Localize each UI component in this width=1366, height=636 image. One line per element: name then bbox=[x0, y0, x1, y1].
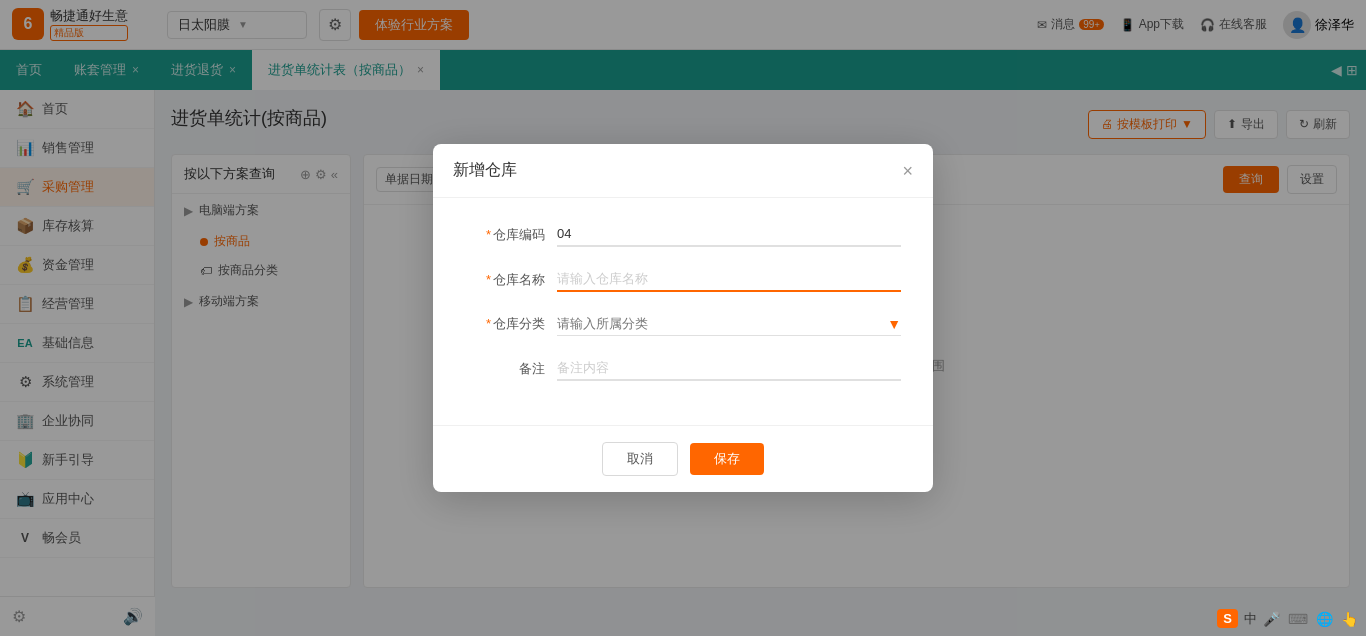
brand-zh: 中 bbox=[1244, 610, 1257, 628]
warehouse-category-select[interactable]: ▼ bbox=[557, 312, 901, 336]
brand-s-logo: S bbox=[1217, 609, 1238, 628]
modal-close-button[interactable]: × bbox=[902, 162, 913, 180]
modal-body: 仓库编码 仓库名称 仓库分类 ▼ 备注 bbox=[433, 198, 933, 425]
form-row-note: 备注 bbox=[465, 356, 901, 381]
warehouse-name-input[interactable] bbox=[557, 267, 901, 292]
field-note-label: 备注 bbox=[465, 360, 545, 378]
warehouse-code-input[interactable] bbox=[557, 222, 901, 247]
modal-title: 新增仓库 bbox=[453, 160, 517, 181]
new-warehouse-modal: 新增仓库 × 仓库编码 仓库名称 仓库分类 ▼ bbox=[433, 144, 933, 492]
modal-header: 新增仓库 × bbox=[433, 144, 933, 198]
modal-overlay: 新增仓库 × 仓库编码 仓库名称 仓库分类 ▼ bbox=[0, 0, 1366, 636]
form-row-name: 仓库名称 bbox=[465, 267, 901, 292]
field-name-label: 仓库名称 bbox=[465, 271, 545, 289]
field-code-label: 仓库编码 bbox=[465, 226, 545, 244]
warehouse-category-input[interactable] bbox=[557, 312, 887, 335]
globe-icon[interactable]: 🌐 bbox=[1316, 611, 1333, 627]
category-dropdown-arrow: ▼ bbox=[887, 316, 901, 332]
warehouse-note-input[interactable] bbox=[557, 356, 901, 381]
cancel-button[interactable]: 取消 bbox=[602, 442, 678, 476]
form-row-category: 仓库分类 ▼ bbox=[465, 312, 901, 336]
keyboard-icon[interactable]: ⌨ bbox=[1288, 611, 1308, 627]
touch-icon[interactable]: 👆 bbox=[1341, 611, 1358, 627]
brand-icons: 🎤 ⌨ 🌐 👆 bbox=[1263, 611, 1358, 627]
mic-icon[interactable]: 🎤 bbox=[1263, 611, 1280, 627]
form-row-code: 仓库编码 bbox=[465, 222, 901, 247]
save-button[interactable]: 保存 bbox=[690, 443, 764, 475]
modal-footer: 取消 保存 bbox=[433, 425, 933, 492]
brand-bottom-bar: S 中 🎤 ⌨ 🌐 👆 bbox=[1217, 609, 1358, 628]
field-category-label: 仓库分类 bbox=[465, 315, 545, 333]
